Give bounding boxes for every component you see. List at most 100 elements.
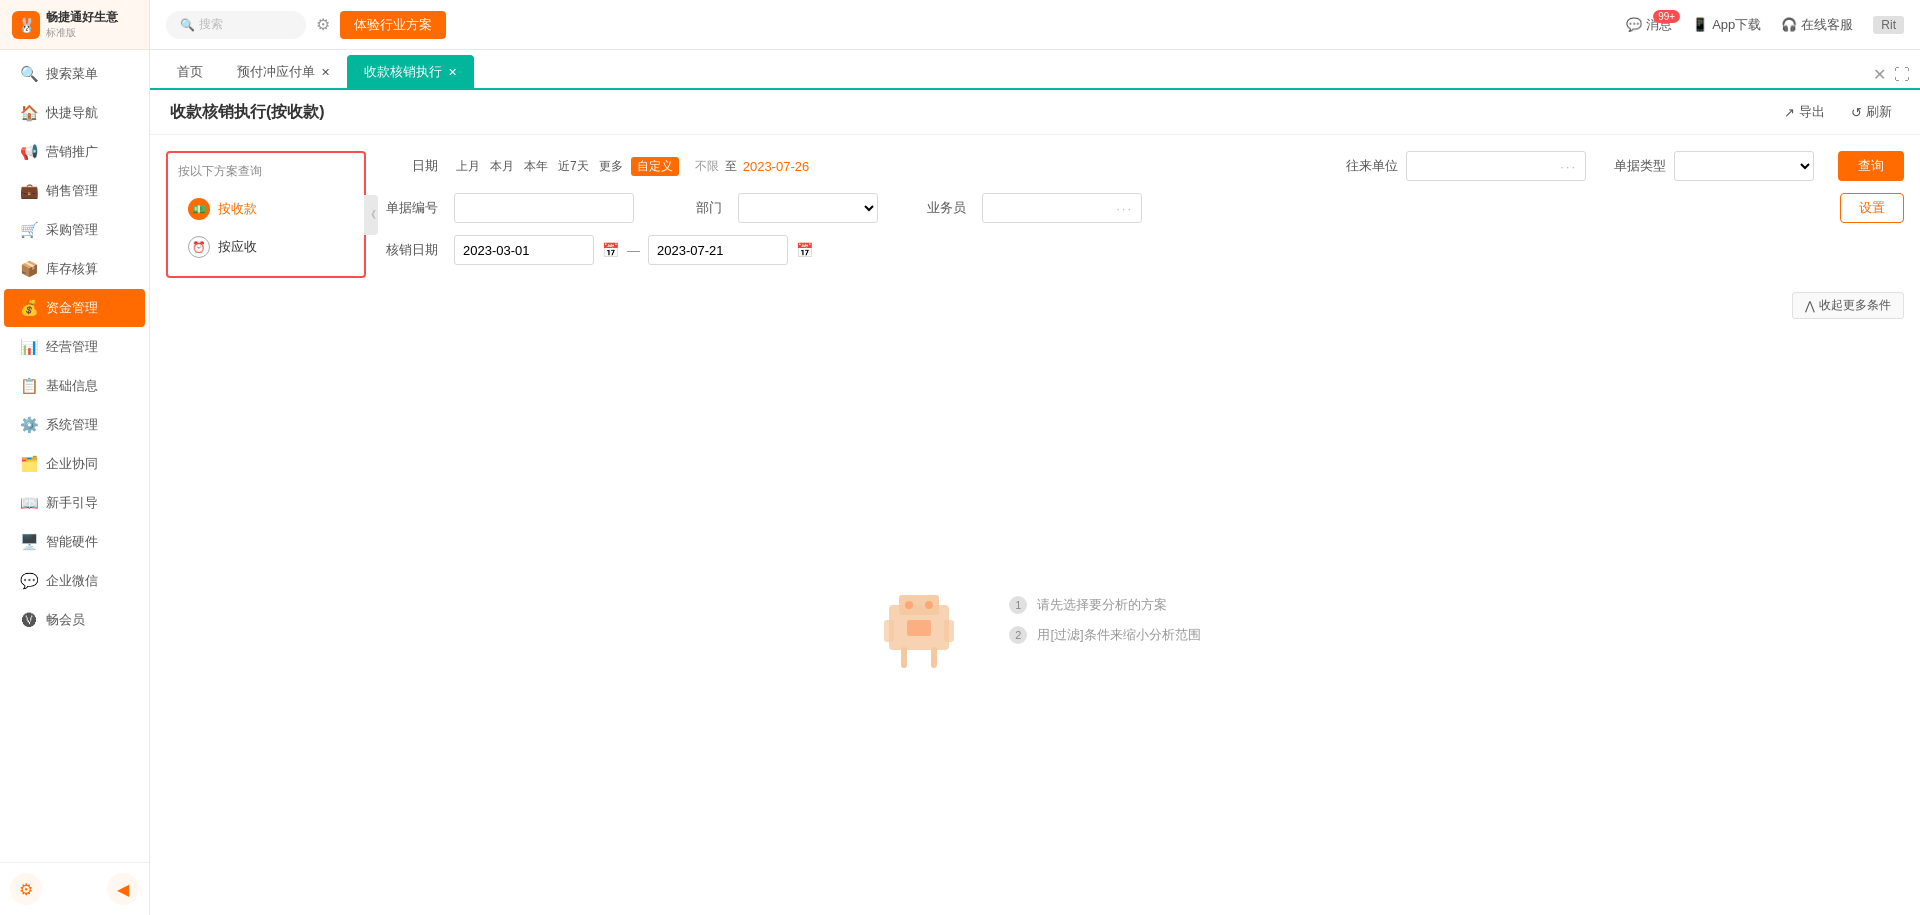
- collapse-filter-btn[interactable]: 《: [364, 195, 378, 235]
- sidebar-item-search[interactable]: 🔍 搜索菜单: [4, 55, 145, 93]
- sidebar-item-operations[interactable]: 📊 经营管理: [4, 328, 145, 366]
- header-settings-icon[interactable]: ⚙: [316, 15, 330, 34]
- sidebar-item-beginner[interactable]: 📖 新手引导: [4, 484, 145, 522]
- writeoff-date-end-calendar-icon[interactable]: 📅: [796, 242, 813, 258]
- date-no-limit: 不限: [695, 158, 719, 175]
- date-value[interactable]: 2023-07-26: [743, 159, 810, 174]
- sidebar-item-enterprise[interactable]: 🗂️ 企业协同: [4, 445, 145, 483]
- date-to-sep: 至: [725, 158, 737, 175]
- wechat-icon: 💬: [20, 572, 38, 590]
- sidebar-item-purchase[interactable]: 🛒 采购管理: [4, 211, 145, 249]
- page-title: 收款核销执行(按收款): [170, 102, 325, 123]
- filter-row-1: 日期 上月 本月 本年 近7天 更多 自定义 不限 至 2023-07-26: [382, 151, 1904, 181]
- writeoff-date-start-calendar-icon[interactable]: 📅: [602, 242, 619, 258]
- writeoff-date-range: 📅 — 📅: [454, 235, 813, 265]
- sidebar: 🐰 畅捷通好生意 标准版 🔍 搜索菜单 🏠 快捷导航 📢 营销推广 💼 销售管理…: [0, 0, 150, 915]
- salesperson-label: 业务员: [910, 199, 966, 217]
- svg-point-3: [925, 601, 933, 609]
- doc-type-label: 单据类型: [1610, 157, 1666, 175]
- filter-by-receivable[interactable]: ⏰ 按应收: [178, 228, 354, 266]
- filter-row-2: 单据编号 部门 业务员 ··· 设置: [382, 193, 1904, 223]
- sales-icon: 💼: [20, 182, 38, 200]
- top-header: 🔍 搜索 ⚙ 体验行业方案 💬 消息 99+ 📱 App下载 🎧 在线客服 Ri…: [150, 0, 1920, 50]
- sidebar-item-membership[interactable]: 🅥 畅会员: [4, 601, 145, 639]
- tab-receipt-cancel[interactable]: 收款核销执行 ✕: [347, 55, 474, 88]
- header-search-box[interactable]: 🔍 搜索: [166, 11, 306, 39]
- tab-receipt-cancel-close[interactable]: ✕: [448, 66, 457, 79]
- settings-gear-btn[interactable]: ⚙: [10, 873, 42, 905]
- operations-icon: 📊: [20, 338, 38, 356]
- date-last-7days[interactable]: 近7天: [556, 157, 591, 176]
- membership-icon: 🅥: [20, 612, 38, 629]
- online-service-btn[interactable]: 🎧 在线客服: [1781, 16, 1853, 34]
- sidebar-item-finance[interactable]: 💰 资金管理: [4, 289, 145, 327]
- sidebar-item-quick-nav[interactable]: 🏠 快捷导航: [4, 94, 145, 132]
- collapse-more-btn[interactable]: ⋀ 收起更多条件: [1792, 292, 1904, 319]
- content-area: 收款核销执行(按收款) ↗ 导出 ↺ 刷新 按以下方案查询 💵 按收款: [150, 90, 1920, 915]
- message-btn[interactable]: 💬 消息 99+: [1626, 16, 1672, 34]
- logo-text: 畅捷通好生意 标准版: [46, 10, 118, 39]
- main-area: 🔍 搜索 ⚙ 体验行业方案 💬 消息 99+ 📱 App下载 🎧 在线客服 Ri…: [150, 0, 1920, 915]
- headset-icon: 🎧: [1781, 17, 1797, 32]
- query-btn[interactable]: 查询: [1838, 151, 1904, 181]
- page-actions: ↗ 导出 ↺ 刷新: [1776, 100, 1900, 124]
- purchase-icon: 🛒: [20, 221, 38, 239]
- sidebar-item-system[interactable]: ⚙️ 系统管理: [4, 406, 145, 444]
- svg-point-2: [905, 601, 913, 609]
- inventory-icon: 📦: [20, 260, 38, 278]
- finance-icon: 💰: [20, 299, 38, 317]
- writeoff-date-end[interactable]: [648, 235, 788, 265]
- collapse-more-area: ⋀ 收起更多条件: [150, 286, 1920, 325]
- doc-no-input[interactable]: [454, 193, 634, 223]
- date-this-year[interactable]: 本年: [522, 157, 550, 176]
- search-icon: 🔍: [20, 65, 38, 83]
- system-icon: ⚙️: [20, 416, 38, 434]
- tab-close-icon[interactable]: ✕: [1873, 65, 1886, 84]
- svg-rect-6: [944, 620, 954, 642]
- receipt-icon: 💵: [188, 198, 210, 220]
- filter-area: 按以下方案查询 💵 按收款 ⏰ 按应收 《 日期 上月 本月: [150, 135, 1920, 286]
- tab-home[interactable]: 首页: [160, 55, 220, 88]
- receivable-icon: ⏰: [188, 236, 210, 258]
- dept-select[interactable]: [738, 193, 878, 223]
- sidebar-item-marketing[interactable]: 📢 营销推广: [4, 133, 145, 171]
- filter-by-receipt[interactable]: 💵 按收款: [178, 190, 354, 228]
- industry-solution-btn[interactable]: 体验行业方案: [340, 11, 446, 39]
- settings-btn[interactable]: 设置: [1840, 193, 1904, 223]
- sidebar-item-wechat[interactable]: 💬 企业微信: [4, 562, 145, 600]
- export-btn[interactable]: ↗ 导出: [1776, 100, 1833, 124]
- svg-rect-5: [884, 620, 894, 642]
- refresh-btn[interactable]: ↺ 刷新: [1843, 100, 1900, 124]
- tab-bar: 首页 预付冲应付单 ✕ 收款核销执行 ✕ ✕ ⛶: [150, 50, 1920, 90]
- empty-hints: 1 请先选择要分析的方案 2 用[过滤]条件来缩小分析范围: [1009, 596, 1200, 644]
- collapse-sidebar-btn[interactable]: ◀: [107, 873, 139, 905]
- tab-maximize-icon[interactable]: ⛶: [1894, 66, 1910, 84]
- date-this-month[interactable]: 本月: [488, 157, 516, 176]
- smart-hw-icon: 🖥️: [20, 533, 38, 551]
- filter-row-3: 核销日期 📅 — 📅: [382, 235, 1904, 265]
- salesperson-input[interactable]: ···: [982, 193, 1142, 223]
- tab-prepay-close[interactable]: ✕: [321, 66, 330, 79]
- counterparty-row: 往来单位 ··· 单据类型 查询: [1342, 151, 1904, 181]
- user-avatar[interactable]: Rit: [1873, 16, 1904, 34]
- sidebar-item-inventory[interactable]: 📦 库存核算: [4, 250, 145, 288]
- tab-prepay[interactable]: 预付冲应付单 ✕: [220, 55, 347, 88]
- empty-hint-1: 1 请先选择要分析的方案: [1009, 596, 1167, 614]
- page-header: 收款核销执行(按收款) ↗ 导出 ↺ 刷新: [150, 90, 1920, 135]
- counterparty-input[interactable]: ···: [1406, 151, 1586, 181]
- date-last-month[interactable]: 上月: [454, 157, 482, 176]
- sidebar-item-smart-hw[interactable]: 🖥️ 智能硬件: [4, 523, 145, 561]
- export-icon: ↗: [1784, 105, 1795, 120]
- date-custom-badge[interactable]: 自定义: [631, 157, 679, 176]
- writeoff-date-start[interactable]: [454, 235, 594, 265]
- app-download-btn[interactable]: 📱 App下载: [1692, 16, 1761, 34]
- beginner-icon: 📖: [20, 494, 38, 512]
- date-shortcuts: 上月 本月 本年 近7天 更多 自定义: [454, 157, 679, 176]
- sidebar-item-sales[interactable]: 💼 销售管理: [4, 172, 145, 210]
- doc-type-select[interactable]: [1674, 151, 1814, 181]
- header-left: 🔍 搜索 ⚙ 体验行业方案: [166, 11, 446, 39]
- sidebar-item-basic-info[interactable]: 📋 基础信息: [4, 367, 145, 405]
- date-more[interactable]: 更多: [597, 157, 625, 176]
- tab-bar-actions: ✕ ⛶: [1873, 65, 1910, 88]
- header-right: 💬 消息 99+ 📱 App下载 🎧 在线客服 Rit: [1626, 16, 1904, 34]
